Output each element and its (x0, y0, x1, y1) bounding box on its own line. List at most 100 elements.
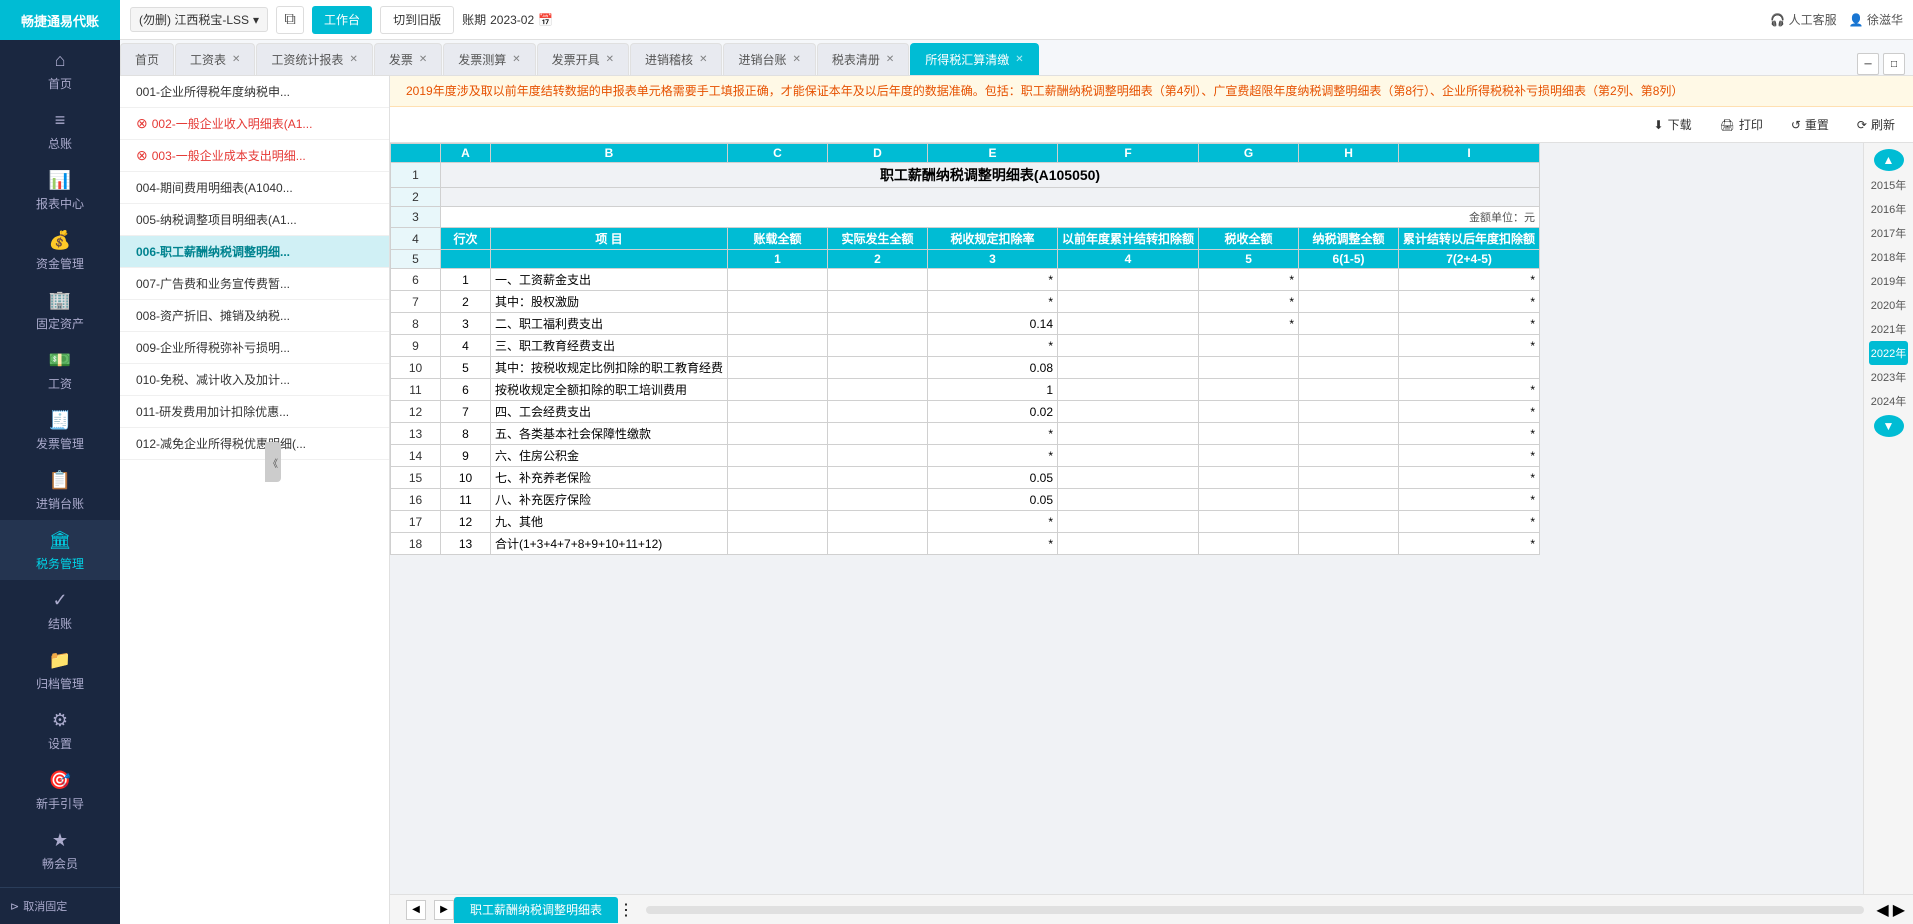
year-item-2016[interactable]: 2016年 (1869, 197, 1908, 221)
tab-payroll-table[interactable]: 工资表✕ (175, 43, 255, 75)
cell-C-11[interactable] (728, 511, 828, 533)
form-item-009[interactable]: 009-企业所得税弥补亏损明... (120, 332, 389, 364)
cell-C-2[interactable] (728, 313, 828, 335)
cell-G-11[interactable] (1199, 511, 1299, 533)
cell-E-2[interactable]: 0.14 (928, 313, 1058, 335)
user-avatar[interactable]: 👤 徐滋华 (1849, 11, 1903, 28)
cell-D-7[interactable] (828, 423, 928, 445)
tab-close-income-tax[interactable]: ✕ (1015, 54, 1023, 65)
cell-I-12[interactable]: * (1399, 533, 1540, 555)
tab-close-invoice[interactable]: ✕ (419, 54, 427, 65)
cell-D-1[interactable] (828, 291, 928, 313)
cell-G-8[interactable] (1199, 445, 1299, 467)
tab-income-tax[interactable]: 所得税汇算清缴✕ (910, 43, 1038, 75)
cell-H-1[interactable] (1299, 291, 1399, 313)
cell-E-6[interactable]: 0.02 (928, 401, 1058, 423)
cell-C-3[interactable] (728, 335, 828, 357)
cell-H-0[interactable] (1299, 269, 1399, 291)
cell-F-11[interactable] (1058, 511, 1199, 533)
cell-I-9[interactable]: * (1399, 467, 1540, 489)
cell-G-6[interactable] (1199, 401, 1299, 423)
form-item-010[interactable]: 010-免税、减计收入及加计... (120, 364, 389, 396)
workspace-btn[interactable]: 工作台 (312, 6, 372, 34)
sheet-scroll-left[interactable]: ◀ (1876, 900, 1888, 920)
cell-E-5[interactable]: 1 (928, 379, 1058, 401)
cell-H-5[interactable] (1299, 379, 1399, 401)
form-item-001[interactable]: 001-企业所得税年度纳税申... (120, 76, 389, 108)
cell-G-12[interactable] (1199, 533, 1299, 555)
year-item-2022[interactable]: 2022年 (1869, 341, 1908, 365)
collapse-panel-btn[interactable]: 《 (265, 442, 281, 482)
cell-G-2[interactable]: * (1199, 313, 1299, 335)
tab-close-tax-clearance[interactable]: ✕ (886, 54, 894, 65)
cell-D-0[interactable] (828, 269, 928, 291)
cell-C-6[interactable] (728, 401, 828, 423)
cell-H-2[interactable] (1299, 313, 1399, 335)
cell-F-2[interactable] (1058, 313, 1199, 335)
spreadsheet[interactable]: ABCDEFGHI1 职工薪酬纳税调整明细表(A105050)2 3 金额单位：… (390, 143, 1863, 894)
switch-old-btn[interactable]: 切到旧版 (380, 6, 454, 34)
sidebar-item-general-ledger[interactable]: ≡总账 (0, 100, 120, 160)
sidebar-item-purchase-sales[interactable]: 📋进销台账 (0, 460, 120, 520)
form-item-008[interactable]: 008-资产折旧、摊销及纳税... (120, 300, 389, 332)
tab-invoice-calc[interactable]: 发票测算✕ (443, 43, 535, 75)
cell-C-4[interactable] (728, 357, 828, 379)
cell-G-10[interactable] (1199, 489, 1299, 511)
cell-F-6[interactable] (1058, 401, 1199, 423)
tab-close-invoice-calc[interactable]: ✕ (512, 54, 520, 65)
sidebar-item-settings[interactable]: ⚙设置 (0, 700, 120, 760)
sidebar-item-tax-mgmt[interactable]: 🏛税务管理 (0, 520, 120, 580)
cell-I-7[interactable]: * (1399, 423, 1540, 445)
form-item-012[interactable]: 012-减免企业所得税优惠明细(... (120, 428, 389, 460)
cell-I-6[interactable]: * (1399, 401, 1540, 423)
year-item-2019[interactable]: 2019年 (1869, 269, 1908, 293)
cell-F-12[interactable] (1058, 533, 1199, 555)
tab-tax-clearance[interactable]: 税表清册✕ (817, 43, 909, 75)
cell-E-3[interactable]: * (928, 335, 1058, 357)
cell-F-5[interactable] (1058, 379, 1199, 401)
cell-I-5[interactable]: * (1399, 379, 1540, 401)
cell-E-12[interactable]: * (928, 533, 1058, 555)
year-nav-up[interactable]: ▲ (1874, 149, 1904, 171)
sidebar-item-fixed-assets[interactable]: 🏢固定资产 (0, 280, 120, 340)
sidebar-item-closing[interactable]: ✓结账 (0, 580, 120, 640)
cell-G-4[interactable] (1199, 357, 1299, 379)
cell-E-8[interactable]: * (928, 445, 1058, 467)
tab-minimize-btn[interactable]: ─ (1857, 53, 1879, 75)
form-item-011[interactable]: 011-研发费用加计扣除优惠... (120, 396, 389, 428)
sheet-scrollbar[interactable] (646, 906, 1864, 914)
tab-payroll-stat[interactable]: 工资统计报表✕ (256, 43, 372, 75)
tab-close-payroll-table[interactable]: ✕ (232, 54, 240, 65)
sidebar-item-invoice-mgmt[interactable]: 🧾发票管理 (0, 400, 120, 460)
cell-C-7[interactable] (728, 423, 828, 445)
cell-F-7[interactable] (1058, 423, 1199, 445)
sheet-scroll-right[interactable]: ▶ (1893, 900, 1905, 920)
tab-maximize-btn[interactable]: □ (1883, 53, 1905, 75)
cell-C-12[interactable] (728, 533, 828, 555)
cell-E-9[interactable]: 0.05 (928, 467, 1058, 489)
cell-I-1[interactable]: * (1399, 291, 1540, 313)
sheet-nav-prev[interactable]: ◀ (406, 900, 426, 920)
tab-close-purchase-ledger[interactable]: ✕ (792, 54, 800, 65)
cell-H-8[interactable] (1299, 445, 1399, 467)
sidebar-item-asset-mgmt[interactable]: 💰资金管理 (0, 220, 120, 280)
cell-E-11[interactable]: * (928, 511, 1058, 533)
cell-E-4[interactable]: 0.08 (928, 357, 1058, 379)
form-item-006[interactable]: 006-职工薪酬纳税调整明细... (120, 236, 389, 268)
form-item-003[interactable]: ⊗003-一般企业成本支出明细... (120, 140, 389, 172)
cell-D-12[interactable] (828, 533, 928, 555)
cell-I-10[interactable]: * (1399, 489, 1540, 511)
cell-H-3[interactable] (1299, 335, 1399, 357)
cell-D-8[interactable] (828, 445, 928, 467)
company-selector[interactable]: (勿删) 江西税宝-LSS ▾ (130, 7, 268, 32)
cell-F-4[interactable] (1058, 357, 1199, 379)
cell-I-0[interactable]: * (1399, 269, 1540, 291)
sidebar-item-payroll[interactable]: 💵工资 (0, 340, 120, 400)
cell-G-5[interactable] (1199, 379, 1299, 401)
cell-G-0[interactable]: * (1199, 269, 1299, 291)
cell-H-11[interactable] (1299, 511, 1399, 533)
form-item-007[interactable]: 007-广告费和业务宣传费暂... (120, 268, 389, 300)
cell-C-5[interactable] (728, 379, 828, 401)
form-item-005[interactable]: 005-纳税调整项目明细表(A1... (120, 204, 389, 236)
year-item-2018[interactable]: 2018年 (1869, 245, 1908, 269)
